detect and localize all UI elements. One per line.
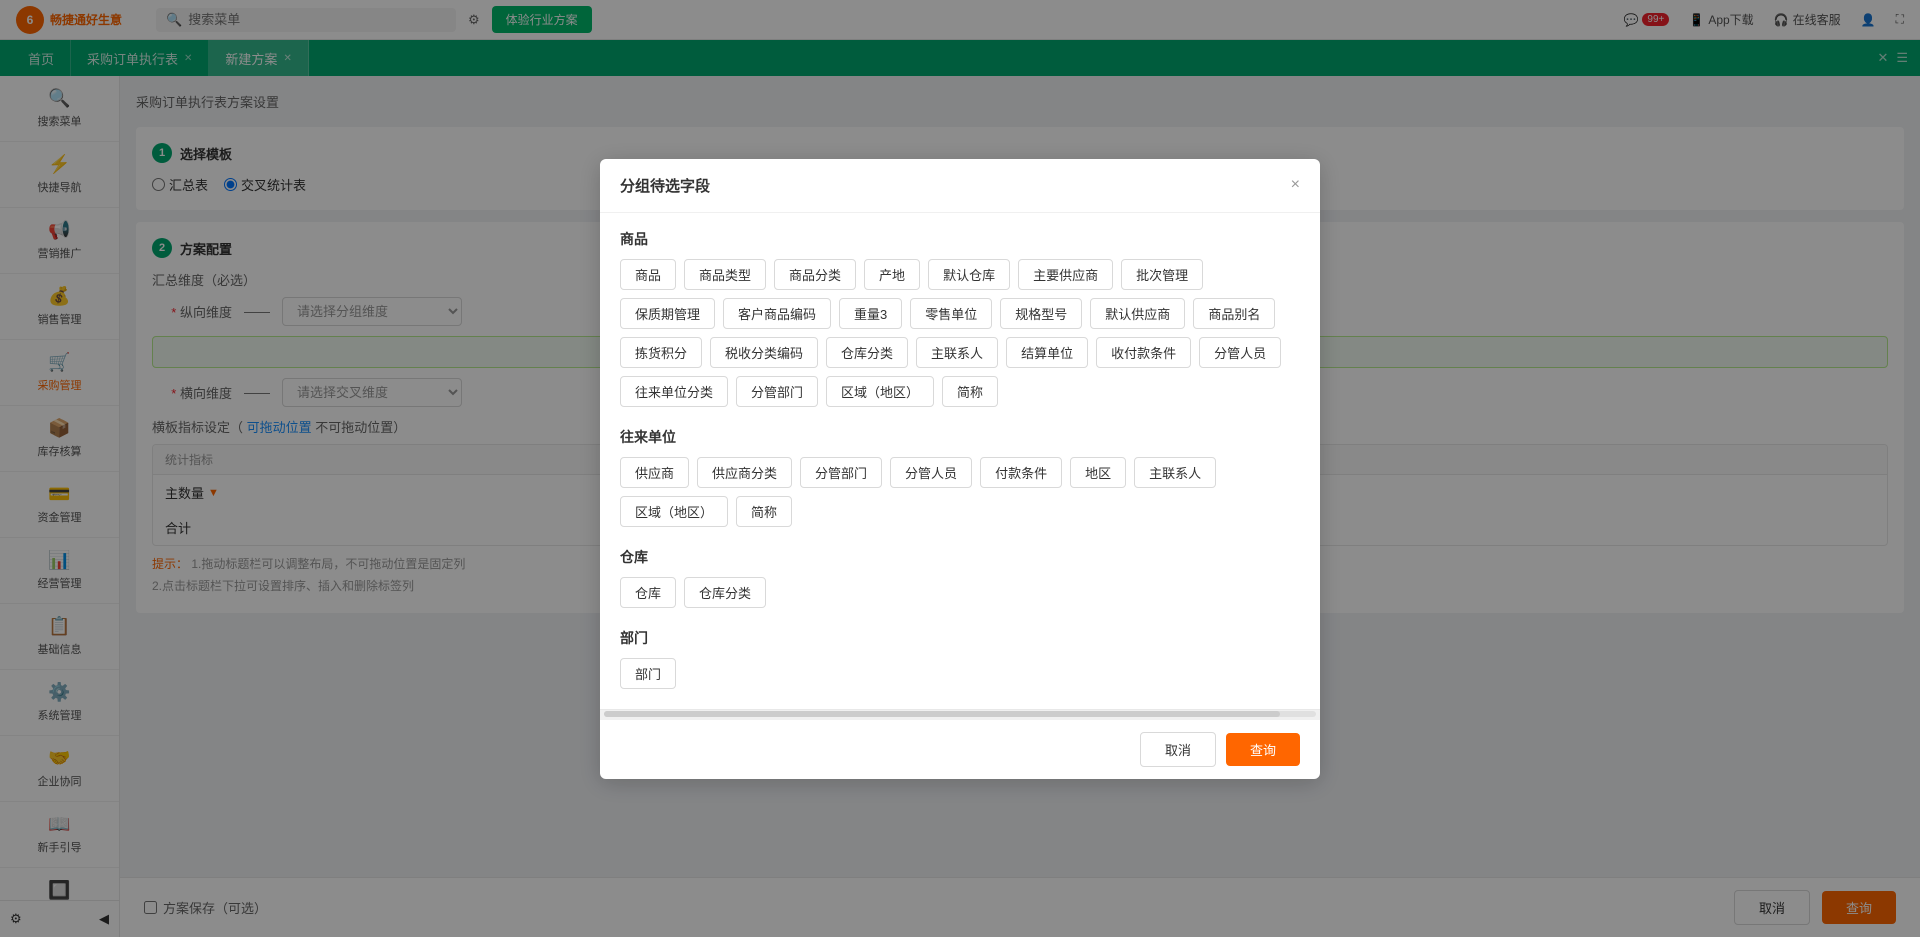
field-tag-area[interactable]: 地区	[1070, 457, 1126, 488]
field-tag-pick-points[interactable]: 拣货积分	[620, 337, 702, 368]
field-tags-dept: 部门	[620, 658, 1300, 689]
field-tag-settlement-unit[interactable]: 结算单位	[1006, 337, 1088, 368]
modal-overlay: 分组待选字段 × 商品 商品 商品类型 商品分类 产地 默认仓库 主要供应商 批…	[0, 0, 1920, 937]
field-selection-modal: 分组待选字段 × 商品 商品 商品类型 商品分类 产地 默认仓库 主要供应商 批…	[600, 159, 1320, 779]
modal-confirm-button[interactable]: 查询	[1226, 733, 1300, 766]
field-tag-product-category[interactable]: 商品分类	[774, 259, 856, 290]
field-group-warehouse-title: 仓库	[620, 547, 1300, 567]
field-tag-region[interactable]: 区域（地区）	[826, 376, 934, 407]
field-group-partner: 往来单位 供应商 供应商分类 分管部门 分管人员 付款条件 地区 主联系人 区域…	[620, 427, 1300, 527]
field-tag-warehouse-cat[interactable]: 仓库分类	[684, 577, 766, 608]
modal-title: 分组待选字段	[620, 175, 710, 196]
field-group-partner-title: 往来单位	[620, 427, 1300, 447]
field-tag-batch-mgmt[interactable]: 批次管理	[1121, 259, 1203, 290]
field-tag-product-type[interactable]: 商品类型	[684, 259, 766, 290]
field-tags-warehouse: 仓库 仓库分类	[620, 577, 1300, 608]
field-tag-short-name2[interactable]: 简称	[736, 496, 792, 527]
modal-header: 分组待选字段 ×	[600, 159, 1320, 213]
field-tag-expiry-mgmt[interactable]: 保质期管理	[620, 298, 715, 329]
modal-cancel-button[interactable]: 取消	[1140, 732, 1216, 767]
modal-footer: 取消 查询	[600, 719, 1320, 779]
modal-hscrollbar[interactable]	[600, 709, 1320, 719]
field-group-product: 商品 商品 商品类型 商品分类 产地 默认仓库 主要供应商 批次管理 保质期管理…	[620, 229, 1300, 407]
field-group-dept-title: 部门	[620, 628, 1300, 648]
field-tag-main-contact2[interactable]: 主联系人	[1134, 457, 1216, 488]
field-group-product-title: 商品	[620, 229, 1300, 249]
modal-close-button[interactable]: ×	[1291, 176, 1300, 194]
field-tag-retail-unit[interactable]: 零售单位	[910, 298, 992, 329]
field-tags-product: 商品 商品类型 商品分类 产地 默认仓库 主要供应商 批次管理 保质期管理 客户…	[620, 259, 1300, 407]
field-group-dept: 部门 部门	[620, 628, 1300, 689]
modal-body: 商品 商品 商品类型 商品分类 产地 默认仓库 主要供应商 批次管理 保质期管理…	[600, 213, 1320, 709]
field-tag-default-supplier[interactable]: 默认供应商	[1090, 298, 1185, 329]
field-tag-department[interactable]: 部门	[620, 658, 676, 689]
field-tag-main-supplier[interactable]: 主要供应商	[1018, 259, 1113, 290]
field-tag-spec-model[interactable]: 规格型号	[1000, 298, 1082, 329]
field-tag-main-contact[interactable]: 主联系人	[916, 337, 998, 368]
field-tag-weight3[interactable]: 重量3	[839, 298, 902, 329]
field-tag-supervisor2[interactable]: 分管人员	[890, 457, 972, 488]
field-tag-default-warehouse[interactable]: 默认仓库	[928, 259, 1010, 290]
field-tag-product-alias[interactable]: 商品别名	[1193, 298, 1275, 329]
field-group-warehouse: 仓库 仓库 仓库分类	[620, 547, 1300, 608]
field-tags-partner: 供应商 供应商分类 分管部门 分管人员 付款条件 地区 主联系人 区域（地区） …	[620, 457, 1300, 527]
field-tag-warehouse[interactable]: 仓库	[620, 577, 676, 608]
field-tag-partner-category[interactable]: 往来单位分类	[620, 376, 728, 407]
field-tag-region2[interactable]: 区域（地区）	[620, 496, 728, 527]
field-tag-supervisor[interactable]: 分管人员	[1199, 337, 1281, 368]
field-tag-dept[interactable]: 分管部门	[736, 376, 818, 407]
field-tag-customer-code[interactable]: 客户商品编码	[723, 298, 831, 329]
field-tag-payment-terms[interactable]: 收付款条件	[1096, 337, 1191, 368]
field-tag-supplier[interactable]: 供应商	[620, 457, 689, 488]
field-tag-supplier-category[interactable]: 供应商分类	[697, 457, 792, 488]
field-tag-product[interactable]: 商品	[620, 259, 676, 290]
field-tag-dept2[interactable]: 分管部门	[800, 457, 882, 488]
field-tag-short-name[interactable]: 简称	[942, 376, 998, 407]
field-tag-origin[interactable]: 产地	[864, 259, 920, 290]
field-tag-warehouse-category[interactable]: 仓库分类	[826, 337, 908, 368]
field-tag-payment-condition[interactable]: 付款条件	[980, 457, 1062, 488]
field-tag-tax-code[interactable]: 税收分类编码	[710, 337, 818, 368]
